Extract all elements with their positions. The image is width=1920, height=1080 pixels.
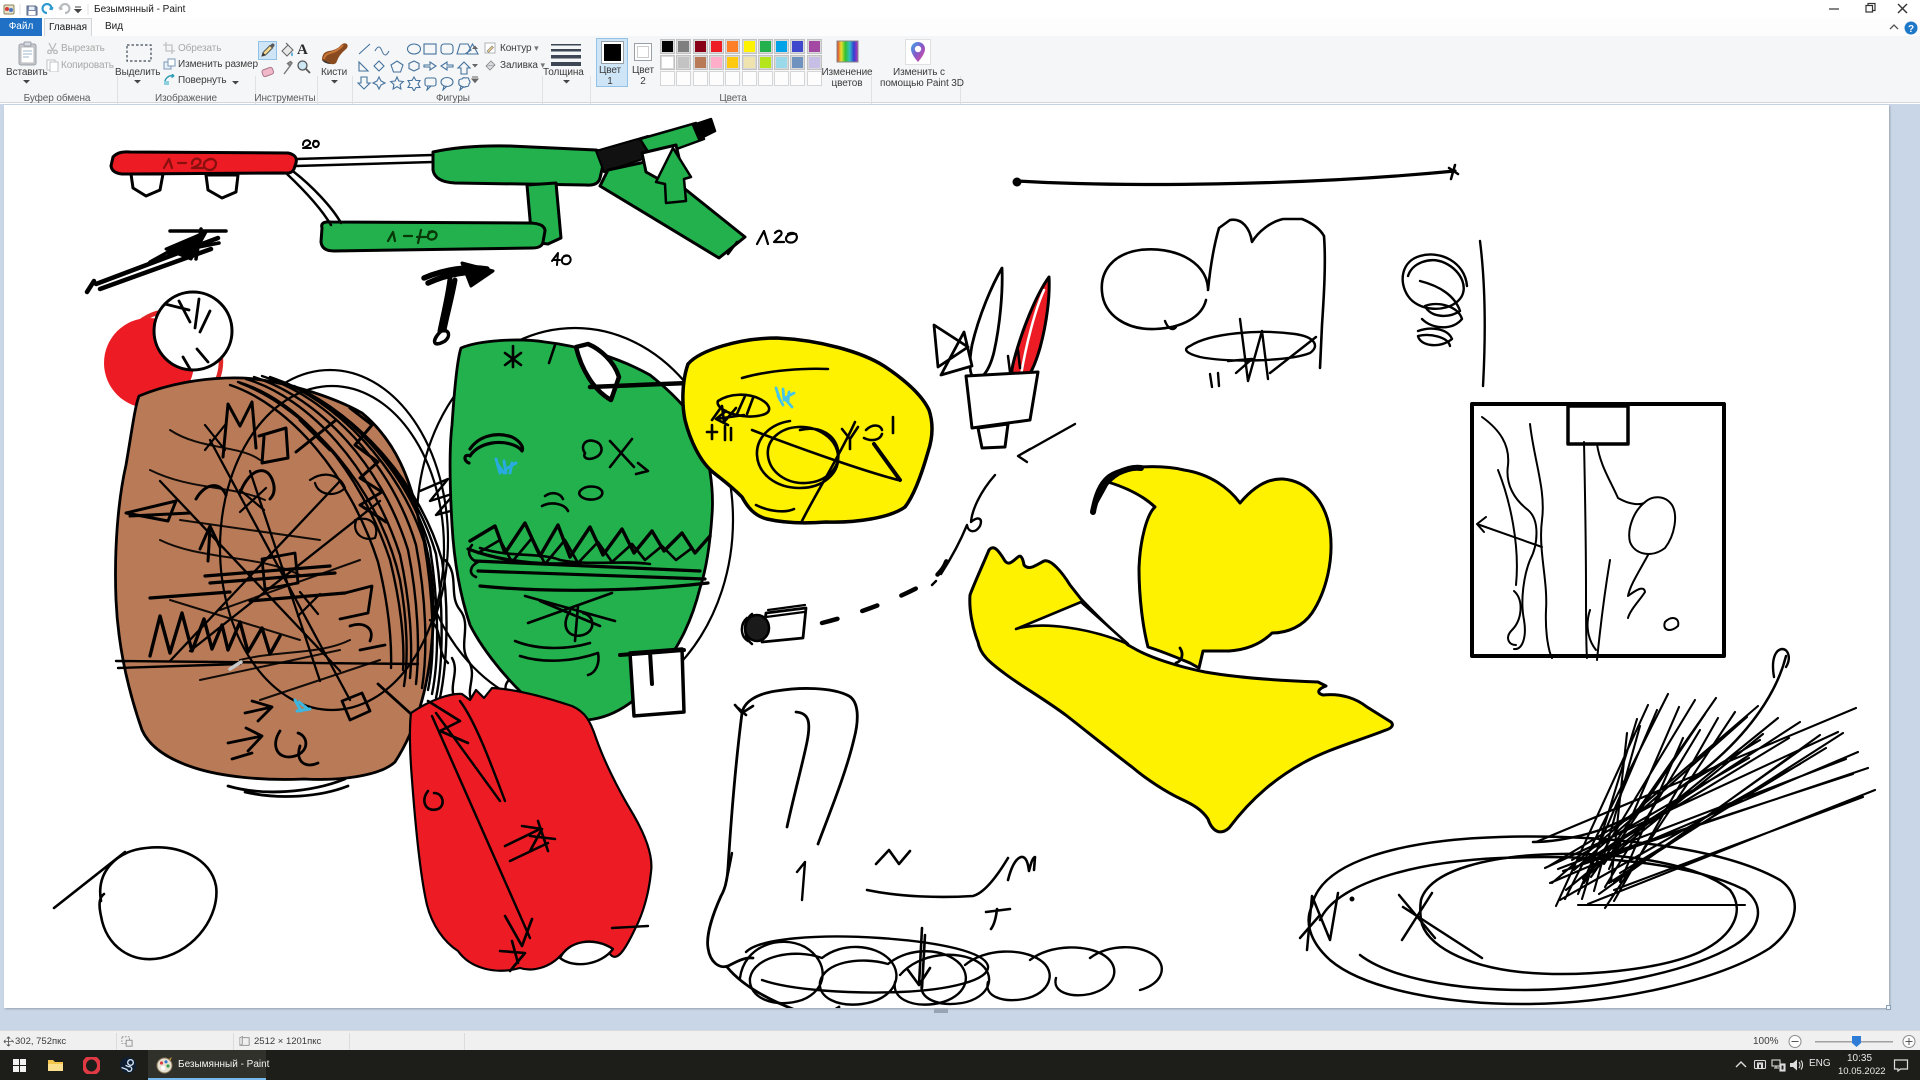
svg-text:?: ? xyxy=(1908,24,1914,35)
